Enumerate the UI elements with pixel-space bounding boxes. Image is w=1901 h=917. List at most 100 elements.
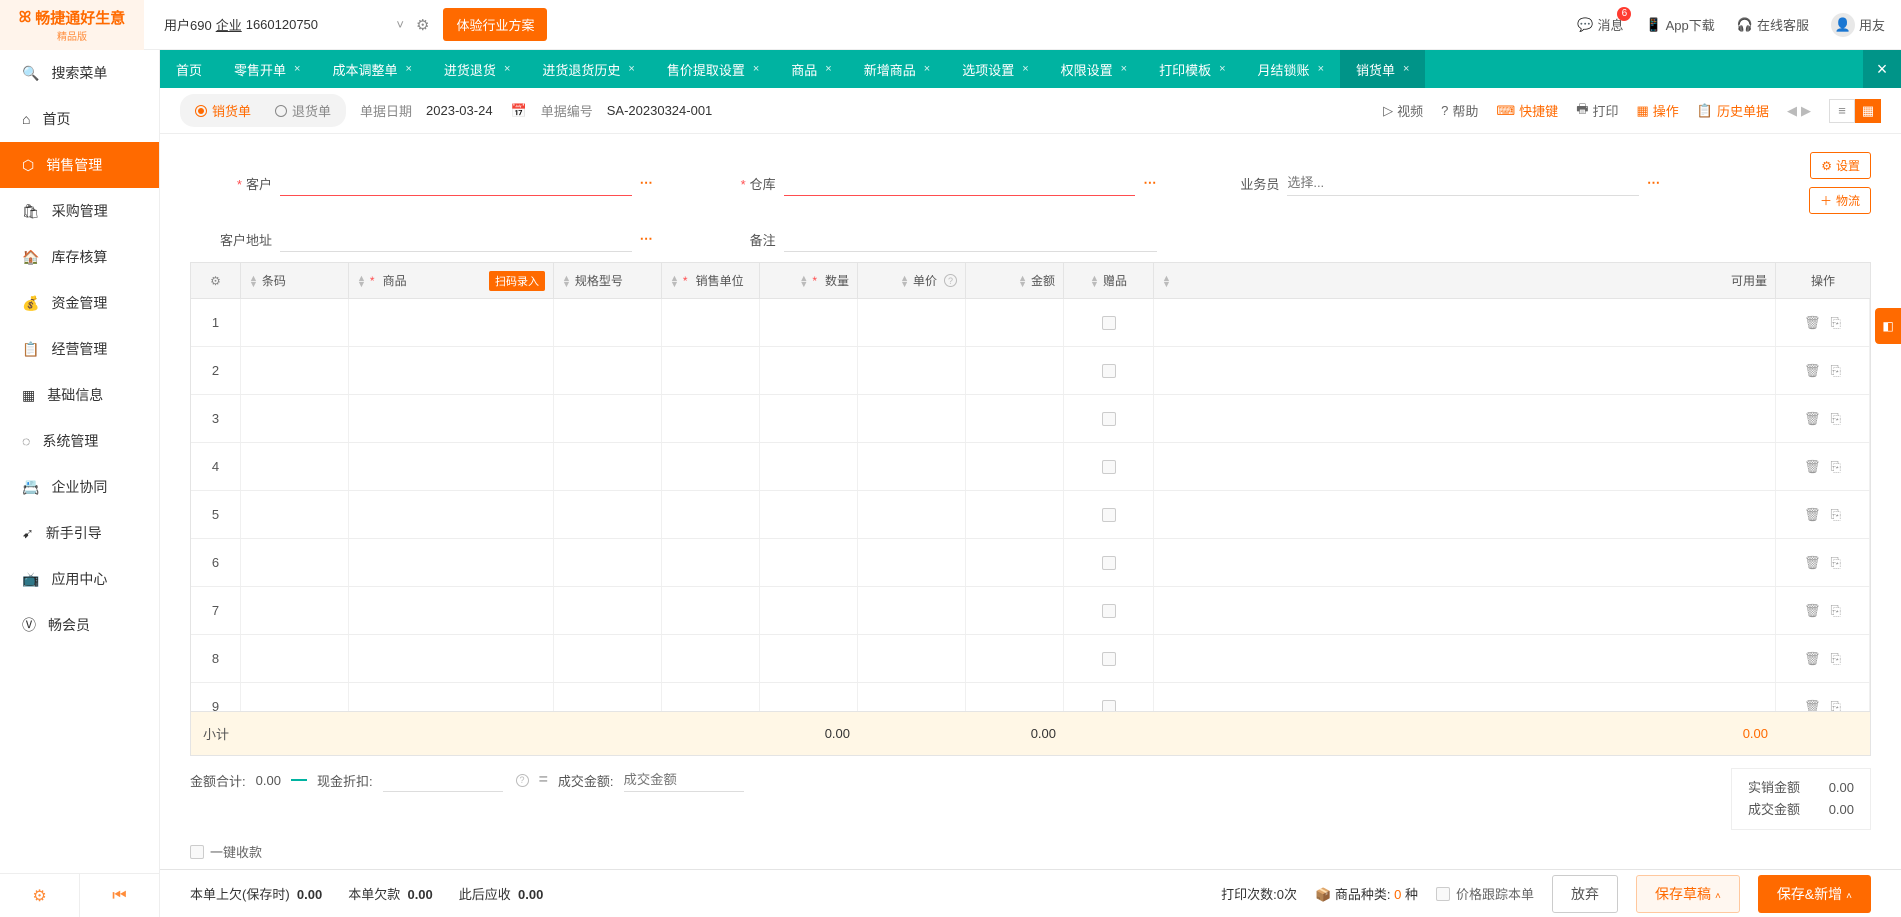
tab-10[interactable]: 打印模板×	[1143, 50, 1241, 88]
sidebar-item-0[interactable]: 🔍搜索菜单	[0, 50, 159, 96]
customer-more-icon[interactable]: ⋯	[640, 175, 654, 191]
sidebar-item-3[interactable]: 🛍采购管理	[0, 188, 159, 234]
table-row[interactable]: 9🗑⎘	[191, 683, 1870, 711]
tab-close-icon[interactable]: ×	[1022, 63, 1028, 75]
tab-close-icon[interactable]: ×	[294, 63, 300, 75]
tab-4[interactable]: 进货退货历史×	[526, 50, 650, 88]
delete-row-icon[interactable]: 🗑	[1804, 555, 1821, 571]
history-link[interactable]: 📋 历史单据	[1697, 101, 1769, 120]
sidebar-item-7[interactable]: ▦基础信息	[0, 372, 159, 418]
tab-7[interactable]: 新增商品×	[848, 50, 946, 88]
side-panel-toggle[interactable]: ◧	[1875, 308, 1901, 344]
copy-row-icon[interactable]: ⎘	[1831, 315, 1841, 331]
copy-row-icon[interactable]: ⎘	[1831, 555, 1841, 571]
tab-12[interactable]: 销货单×	[1340, 50, 1425, 88]
tab-close-icon[interactable]: ×	[1403, 63, 1409, 75]
tab-5[interactable]: 售价提取设置×	[651, 50, 775, 88]
col-price[interactable]: ▲▼单价?	[858, 263, 966, 298]
sidebar-item-11[interactable]: 📺应用中心	[0, 556, 159, 602]
discard-button[interactable]: 放弃	[1552, 875, 1618, 913]
calendar-icon[interactable]: 📅	[511, 103, 527, 119]
help-icon[interactable]: ?	[944, 274, 957, 287]
collect-checkbox[interactable]: 一键收款	[190, 842, 1871, 861]
col-amount[interactable]: ▲▼金额	[966, 263, 1064, 298]
settings-icon[interactable]: ⚙	[416, 16, 429, 34]
deal-input[interactable]	[624, 768, 744, 792]
delete-row-icon[interactable]: 🗑	[1804, 315, 1821, 331]
col-product[interactable]: ▲▼*商品扫码录入	[349, 263, 554, 298]
logistics-button[interactable]: ＋ 物流	[1809, 187, 1871, 214]
view-card-button[interactable]: ▦	[1855, 99, 1881, 123]
grid-settings-icon[interactable]: ⚙	[191, 263, 241, 298]
tab-11[interactable]: 月结锁账×	[1242, 50, 1340, 88]
messages-link[interactable]: 💬消息 6	[1577, 15, 1623, 34]
copy-row-icon[interactable]: ⎘	[1831, 507, 1841, 523]
table-row[interactable]: 1🗑⎘	[191, 299, 1870, 347]
sidebar-item-1[interactable]: ⌂首页	[0, 96, 159, 142]
salesman-more-icon[interactable]: ⋯	[1647, 175, 1661, 191]
table-row[interactable]: 2🗑⎘	[191, 347, 1870, 395]
sidebar-item-9[interactable]: 📇企业协同	[0, 464, 159, 510]
gift-checkbox[interactable]	[1102, 508, 1116, 522]
tab-close-icon[interactable]: ×	[1219, 63, 1225, 75]
support-link[interactable]: 🎧在线客服	[1737, 15, 1809, 34]
sidebar-item-12[interactable]: Ⓥ畅会员	[0, 602, 159, 648]
copy-row-icon[interactable]: ⎘	[1831, 411, 1841, 427]
table-row[interactable]: 7🗑⎘	[191, 587, 1870, 635]
prev-doc-button[interactable]: ◀	[1787, 103, 1797, 119]
tab-2[interactable]: 成本调整单×	[316, 50, 427, 88]
copy-row-icon[interactable]: ⎘	[1831, 459, 1841, 475]
trial-button[interactable]: 体验行业方案	[443, 8, 547, 41]
table-row[interactable]: 8🗑⎘	[191, 635, 1870, 683]
col-spec[interactable]: ▲▼规格型号	[554, 263, 662, 298]
sidebar-item-8[interactable]: ◌系统管理	[0, 418, 159, 464]
help-link[interactable]: ? 帮助	[1441, 101, 1478, 120]
delete-row-icon[interactable]: 🗑	[1804, 411, 1821, 427]
warehouse-more-icon[interactable]: ⋯	[1143, 175, 1157, 191]
tab-9[interactable]: 权限设置×	[1045, 50, 1143, 88]
gift-checkbox[interactable]	[1102, 412, 1116, 426]
delete-row-icon[interactable]: 🗑	[1804, 699, 1821, 712]
tab-close-icon[interactable]: ×	[753, 63, 759, 75]
tab-close-icon[interactable]: ×	[1121, 63, 1127, 75]
col-unit[interactable]: ▲▼*销售单位	[662, 263, 760, 298]
tabstrip-close-all[interactable]: ×	[1863, 50, 1901, 88]
app-download-link[interactable]: 📱App下载	[1645, 15, 1714, 34]
scan-entry-button[interactable]: 扫码录入	[489, 271, 545, 291]
tab-6[interactable]: 商品×	[775, 50, 847, 88]
sidebar-item-4[interactable]: 🏠库存核算	[0, 234, 159, 280]
tab-close-icon[interactable]: ×	[504, 63, 510, 75]
gift-checkbox[interactable]	[1102, 700, 1116, 712]
copy-row-icon[interactable]: ⎘	[1831, 603, 1841, 619]
tab-0[interactable]: 首页	[160, 50, 218, 88]
gift-checkbox[interactable]	[1102, 460, 1116, 474]
doc-date-value[interactable]: 2023-03-24	[426, 103, 493, 118]
sidebar-item-10[interactable]: ➹新手引导	[0, 510, 159, 556]
delete-row-icon[interactable]: 🗑	[1804, 363, 1821, 379]
view-list-button[interactable]: ≡	[1829, 99, 1855, 123]
doc-type-sell[interactable]: 销货单	[183, 97, 263, 124]
sidebar-collapse-button[interactable]: ⏮	[80, 874, 159, 917]
save-draft-button[interactable]: 保存草稿˄	[1636, 875, 1740, 913]
tab-close-icon[interactable]: ×	[1318, 63, 1324, 75]
gift-checkbox[interactable]	[1102, 316, 1116, 330]
sidebar-settings-button[interactable]: ⚙	[0, 874, 80, 917]
table-row[interactable]: 3🗑⎘	[191, 395, 1870, 443]
user-menu[interactable]: 👤用友	[1831, 13, 1885, 37]
col-gift[interactable]: ▲▼赠品	[1064, 263, 1154, 298]
address-input[interactable]	[280, 226, 632, 252]
print-link[interactable]: 🖶 打印	[1576, 100, 1618, 122]
discount-input[interactable]	[383, 768, 503, 792]
warehouse-input[interactable]	[784, 170, 1136, 196]
next-doc-button[interactable]: ▶	[1801, 103, 1811, 119]
delete-row-icon[interactable]: 🗑	[1804, 603, 1821, 619]
sidebar-item-6[interactable]: 📋经营管理	[0, 326, 159, 372]
gift-checkbox[interactable]	[1102, 652, 1116, 666]
gift-checkbox[interactable]	[1102, 364, 1116, 378]
sidebar-item-5[interactable]: 💰资金管理	[0, 280, 159, 326]
delete-row-icon[interactable]: 🗑	[1804, 507, 1821, 523]
help-icon[interactable]: ?	[516, 774, 529, 787]
shortcut-link[interactable]: ⌨ 快捷键	[1496, 101, 1558, 120]
delete-row-icon[interactable]: 🗑	[1804, 459, 1821, 475]
settings-button[interactable]: ⚙ 设置	[1810, 152, 1871, 179]
